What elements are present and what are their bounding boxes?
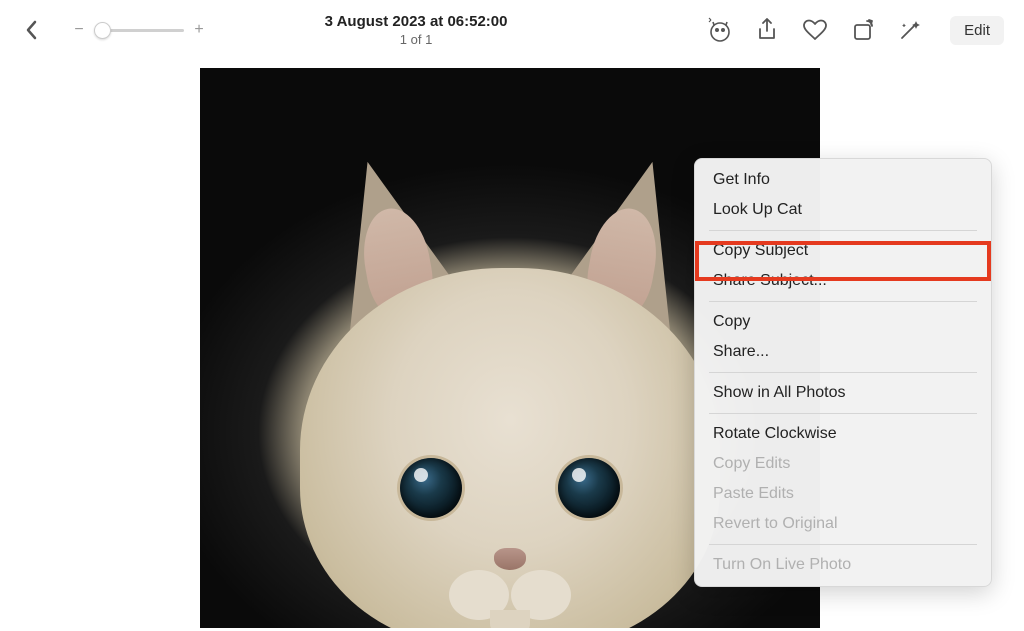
photo-count: 1 of 1	[400, 32, 433, 47]
rotate-icon	[851, 18, 875, 42]
menu-separator	[709, 413, 977, 414]
heart-icon	[802, 18, 828, 42]
menu-separator	[709, 372, 977, 373]
menu-item-share[interactable]: Share...	[695, 337, 991, 367]
zoom-slider[interactable]	[94, 29, 184, 32]
menu-item-paste-edits: Paste Edits	[695, 479, 991, 509]
context-menu: Get Info Look Up Cat Copy Subject Share …	[694, 158, 992, 587]
menu-item-copy-subject[interactable]: Copy Subject	[695, 236, 991, 266]
sparkle-pet-icon	[706, 17, 732, 43]
menu-item-live-photo: Turn On Live Photo	[695, 550, 991, 580]
menu-item-copy-edits: Copy Edits	[695, 449, 991, 479]
zoom-out-button[interactable]: −	[72, 21, 86, 39]
toolbar-actions: Edit	[706, 16, 1004, 45]
share-button[interactable]	[754, 17, 780, 43]
favorite-button[interactable]	[802, 17, 828, 43]
rotate-button[interactable]	[850, 17, 876, 43]
menu-item-revert: Revert to Original	[695, 509, 991, 539]
menu-separator	[709, 544, 977, 545]
toolbar: − + 3 August 2023 at 06:52:00 1 of 1	[0, 0, 1024, 60]
edit-button[interactable]: Edit	[950, 16, 1004, 45]
menu-separator	[709, 301, 977, 302]
chevron-left-icon	[25, 20, 39, 40]
menu-separator	[709, 230, 977, 231]
menu-item-show-all[interactable]: Show in All Photos	[695, 378, 991, 408]
photo-date: 3 August 2023 at 06:52:00	[325, 13, 508, 30]
menu-item-copy[interactable]: Copy	[695, 307, 991, 337]
enhance-button[interactable]	[898, 17, 924, 43]
zoom-slider-thumb[interactable]	[94, 22, 111, 39]
back-button[interactable]	[20, 18, 44, 42]
share-icon	[756, 17, 778, 43]
menu-item-get-info[interactable]: Get Info	[695, 165, 991, 195]
menu-item-look-up[interactable]: Look Up Cat	[695, 195, 991, 225]
title-area: 3 August 2023 at 06:52:00 1 of 1	[134, 13, 698, 47]
magic-wand-icon	[898, 18, 924, 42]
menu-item-share-subject[interactable]: Share Subject...	[695, 266, 991, 296]
visual-lookup-button[interactable]	[706, 17, 732, 43]
menu-item-rotate[interactable]: Rotate Clockwise	[695, 419, 991, 449]
